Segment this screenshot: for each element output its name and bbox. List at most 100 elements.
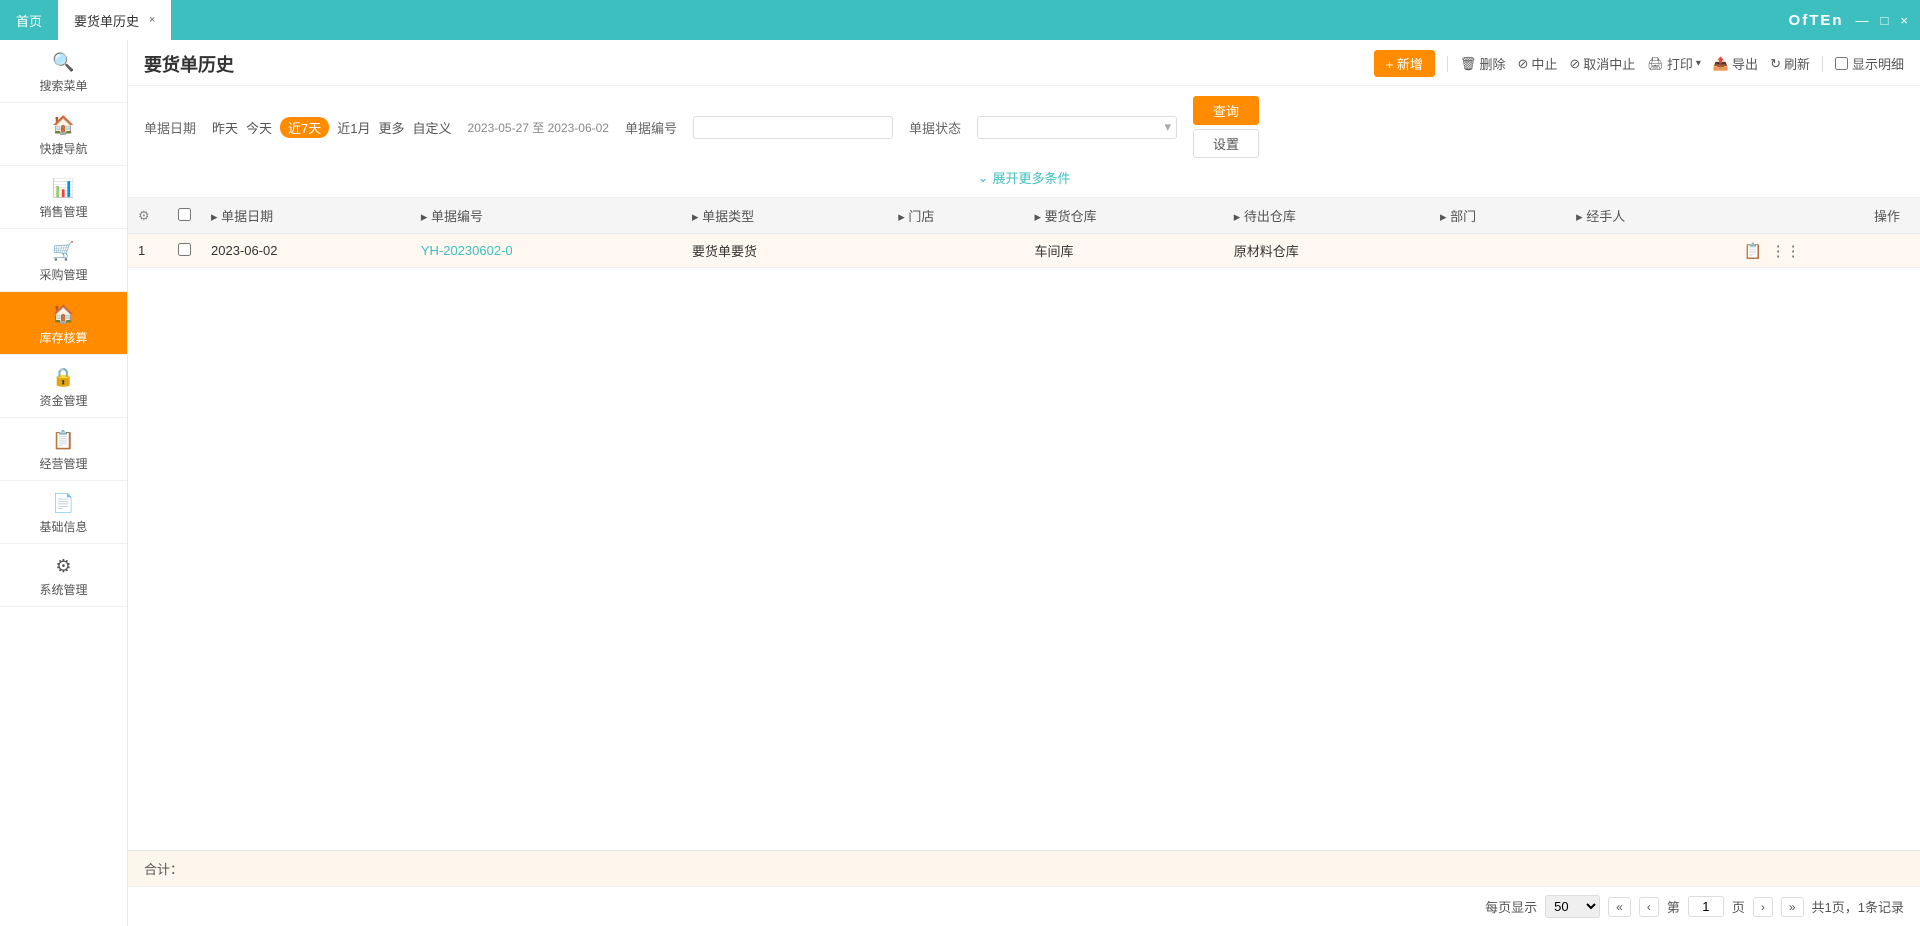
refresh-label: 刷新 [1784,54,1810,73]
table-header: ⚙ ▸ 单据日期 ▸ 单据编号 ▸ 单据类型 [128,198,1920,234]
th-gear: ⚙ [128,198,168,234]
row-doc-type: 要货单要货 [682,234,888,268]
stop-button[interactable]: ⊘ 中止 [1517,54,1557,73]
th-doc-type: ▸ 单据类型 [682,198,888,234]
sidebar-item-inventory[interactable]: 🏠 库存核算 [0,292,127,355]
th-pending-warehouse-label: ▸ 待出仓库 [1234,209,1296,224]
current-page-input[interactable] [1688,896,1724,917]
sidebar-basic-label: 基础信息 [39,518,87,535]
operations-icon: 📋 [52,430,74,451]
settings-button[interactable]: 设置 [1193,129,1259,158]
window-close-btn[interactable]: × [1900,13,1908,28]
row-checkbox [168,234,201,268]
sidebar-purchase-label: 采购管理 [39,266,87,283]
tab-bar: 首页 要货单历史 × [0,0,1789,40]
sidebar-inventory-label: 库存核算 [39,329,87,346]
row-more-icon[interactable]: ⋮⋮ [1771,242,1801,260]
sidebar-system-label: 系统管理 [39,581,87,598]
sidebar-item-basic[interactable]: 📄 基础信息 [0,481,127,544]
row-op: 📋 ⋮⋮ [1734,234,1920,268]
tab-home[interactable]: 首页 [0,0,58,40]
th-doc-date-label: ▸ 单据日期 [211,209,273,224]
sidebar-search-label: 搜索菜单 [39,77,87,94]
sidebar-finance-label: 资金管理 [39,392,87,409]
window-minimize-btn[interactable]: — [1856,13,1869,28]
th-dept-label: ▸ 部门 [1440,209,1476,224]
date-opt-yesterday[interactable]: 昨天 [212,118,238,137]
row-edit-icon[interactable]: 📋 [1744,242,1763,260]
table-row: 1 2023-06-02 YH-20230602-0 要货单要货 车间库 原材料… [128,234,1920,268]
sidebar-item-sales[interactable]: 📊 销售管理 [0,166,127,229]
sales-icon: 📊 [52,178,74,199]
sidebar-item-system[interactable]: ⚙ 系统管理 [0,544,127,607]
docno-filter-input[interactable] [693,116,893,139]
prev-page-button[interactable]: ‹ [1639,897,1659,917]
delete-button[interactable]: 🗑 删除 [1460,54,1506,73]
delete-icon: 🗑 [1460,56,1477,72]
th-op-label: 操作 [1874,209,1900,224]
header-actions: + 新增 🗑 删除 ⊘ 中止 ⊘ 取消中止 🖨 打印 ▾ [1374,50,1904,77]
refresh-icon: ↻ [1770,56,1781,72]
date-opt-7days[interactable]: 近7天 [280,117,329,138]
new-button[interactable]: + 新增 [1374,50,1435,77]
display-cells-checkbox[interactable] [1835,57,1848,70]
tab-yh-history[interactable]: 要货单历史 × [58,0,171,40]
cancel-stop-button[interactable]: ⊘ 取消中止 [1569,54,1635,73]
purchase-icon: 🛒 [52,241,74,262]
expand-icon: ⌄ [978,170,989,186]
top-bar: 首页 要货单历史 × OfTEn — □ × [0,0,1920,40]
column-settings-icon[interactable]: ⚙ [138,208,150,224]
row-dept [1430,234,1566,268]
row-doc-date: 2023-06-02 [201,234,411,268]
sidebar-item-nav[interactable]: 🏠 快捷导航 [0,103,127,166]
refresh-button[interactable]: ↻ 刷新 [1770,54,1810,73]
display-cells-button[interactable]: 显示明细 [1835,54,1904,73]
th-checkbox [168,198,201,234]
last-page-button[interactable]: » [1781,897,1804,917]
date-opt-more[interactable]: 更多 [379,118,405,137]
divider-2 [1822,56,1823,72]
export-button[interactable]: 📤 导出 [1713,54,1758,73]
sidebar-item-finance[interactable]: 🔒 资金管理 [0,355,127,418]
status-filter-select[interactable] [977,116,1177,139]
date-opt-custom[interactable]: 自定义 [413,118,452,137]
print-label: 打印 [1667,54,1693,73]
stop-icon: ⊘ [1517,56,1528,72]
print-icon: 🖨 [1647,56,1664,72]
content-area: 要货单历史 + 新增 🗑 删除 ⊘ 中止 ⊘ 取消中止 🖨 打 [128,40,1920,926]
top-bar-right: OfTEn — □ × [1789,12,1920,29]
date-opt-today[interactable]: 今天 [246,118,272,137]
window-maximize-btn[interactable]: □ [1881,13,1889,28]
page-size-select[interactable]: 10 20 50 100 [1545,895,1600,918]
first-page-button[interactable]: « [1608,897,1631,917]
pagination-bar: 每页显示 10 20 50 100 « ‹ 第 页 › » 共1页，1条记录 [128,886,1920,926]
main-layout: 🔍 搜索菜单 🏠 快捷导航 📊 销售管理 🛒 采购管理 🏠 库存核算 🔒 资金管… [0,40,1920,926]
export-icon: 📤 [1713,56,1729,72]
cancel-stop-icon: ⊘ [1569,56,1580,72]
table-body: 1 2023-06-02 YH-20230602-0 要货单要货 车间库 原材料… [128,234,1920,268]
date-range-display: 2023-05-27 至 2023-06-02 [468,119,609,136]
sidebar-item-search[interactable]: 🔍 搜索菜单 [0,40,127,103]
sidebar: 🔍 搜索菜单 🏠 快捷导航 📊 销售管理 🛒 采购管理 🏠 库存核算 🔒 资金管… [0,40,128,926]
query-button[interactable]: 查询 [1193,96,1259,125]
expand-conditions-button[interactable]: ⌄ 展开更多条件 [144,164,1904,191]
export-label: 导出 [1732,54,1758,73]
stop-label: 中止 [1531,54,1557,73]
search-menu-icon: 🔍 [52,52,74,73]
divider-1 [1447,56,1448,72]
system-icon: ⚙ [55,556,71,577]
date-opt-1month[interactable]: 近1月 [337,118,370,137]
display-cells-label: 显示明细 [1852,54,1904,73]
row-pending-warehouse: 原材料仓库 [1224,234,1430,268]
row-doc-no-link[interactable]: YH-20230602-0 [421,243,513,258]
print-button[interactable]: 🖨 打印 ▾ [1647,54,1701,73]
next-page-button[interactable]: › [1753,897,1773,917]
select-all-checkbox[interactable] [178,208,191,221]
tab-close-icon[interactable]: × [149,14,155,26]
sidebar-item-operations[interactable]: 📋 经营管理 [0,418,127,481]
row-select-checkbox[interactable] [178,243,191,256]
th-handler: ▸ 经手人 [1566,198,1734,234]
finance-icon: 🔒 [52,367,74,388]
th-handler-label: ▸ 经手人 [1576,209,1625,224]
sidebar-item-purchase[interactable]: 🛒 采购管理 [0,229,127,292]
